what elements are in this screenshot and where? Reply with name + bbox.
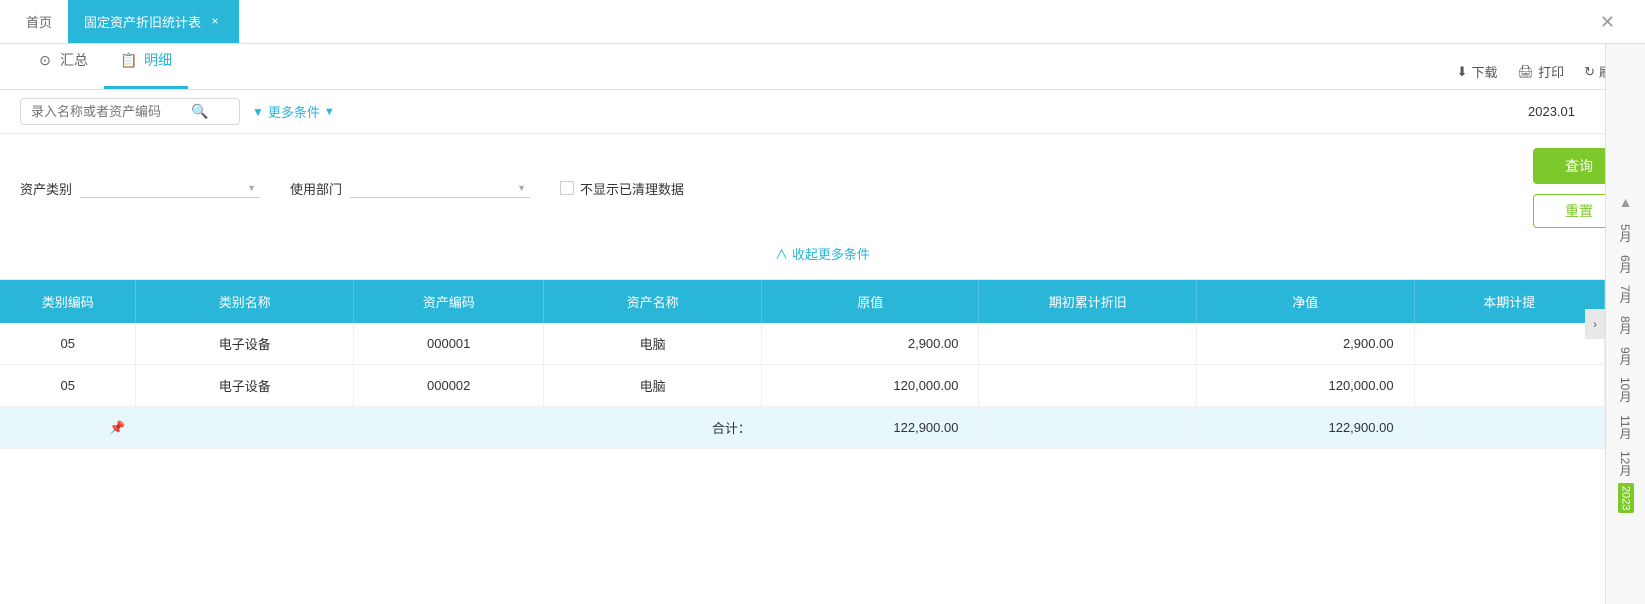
month-12[interactable]: 12月 — [1613, 445, 1638, 482]
col-asset-name: 资产名称 — [544, 280, 762, 323]
data-table-wrapper: 类别编码 类别名称 资产编码 资产名称 原值 期初累计折旧 净值 本期计提 05… — [0, 280, 1645, 604]
data-table: 类别编码 类别名称 资产编码 资产名称 原值 期初累计折旧 净值 本期计提 05… — [0, 280, 1605, 449]
summary-label: 汇总 — [60, 50, 88, 70]
print-button[interactable]: 🖨 打印 — [1518, 62, 1565, 81]
main-content: ⊙ 汇总 📋 明细 ⬇ 下载 🖨 打印 ↻ 刷新 🔍 — [0, 44, 1645, 604]
total-cur-period — [1414, 407, 1604, 449]
search-input[interactable] — [31, 104, 191, 119]
summary-icon: ⊙ — [36, 51, 54, 69]
col-net-value: 净值 — [1197, 280, 1415, 323]
download-label: 下载 — [1472, 62, 1498, 81]
col-original-value: 原值 — [761, 280, 979, 323]
more-conditions-btn[interactable]: ▼ 更多条件 ▼ — [252, 102, 335, 121]
chevron-down-icon: ▼ — [324, 106, 335, 118]
checkbox-icon — [560, 181, 574, 195]
table-header-row: 类别编码 类别名称 资产编码 资产名称 原值 期初累计折旧 净值 本期计提 — [0, 280, 1605, 323]
table-total-row: 📌 合计： 122,900.00 122,900.00 — [0, 407, 1605, 449]
main-tab[interactable]: 固定资产折旧统计表 × — [68, 0, 239, 43]
print-icon: 🖨 — [1518, 64, 1535, 80]
search-icon[interactable]: 🔍 — [191, 103, 208, 120]
hide-cleared-checkbox[interactable]: 不显示已清理数据 — [560, 179, 684, 198]
table-row: 05 电子设备 000002 电脑 120,000.00 120,000.00 — [0, 365, 1605, 407]
total-label-cell: 合计： — [136, 407, 761, 449]
cell-cat-name: 电子设备 — [136, 323, 354, 365]
tab-label: 固定资产折旧统计表 — [84, 12, 201, 31]
detail-label: 明细 — [144, 50, 172, 70]
department-select[interactable] — [350, 178, 530, 198]
sub-tabs-bar: ⊙ 汇总 📋 明细 ⬇ 下载 🖨 打印 ↻ 刷新 — [0, 44, 1645, 90]
total-icon-cell: 📌 — [0, 407, 136, 449]
filter-row-1: 资产类别 使用部门 不显示已清理数据 — [20, 148, 1625, 228]
total-orig-val: 122,900.00 — [761, 407, 979, 449]
asset-type-select-wrapper[interactable] — [80, 178, 260, 198]
col-category-name: 类别名称 — [136, 280, 354, 323]
cell-orig-val: 2,900.00 — [761, 323, 979, 365]
detail-icon: 📋 — [120, 51, 138, 69]
month-8[interactable]: 8月 — [1613, 310, 1638, 341]
department-filter: 使用部门 — [290, 178, 530, 198]
collapse-bar[interactable]: ∧ 收起更多条件 — [20, 238, 1625, 271]
month-6[interactable]: 6月 — [1613, 249, 1638, 280]
search-bar: 🔍 ▼ 更多条件 ▼ › 2023.01 — [0, 90, 1645, 134]
col-asset-code: 资产编码 — [354, 280, 544, 323]
cell-orig-val: 120,000.00 — [761, 365, 979, 407]
cell-asset-name: 电脑 — [544, 365, 762, 407]
month-11[interactable]: 11月 — [1613, 409, 1638, 445]
month-5[interactable]: 5月 — [1613, 218, 1638, 249]
asset-type-filter: 资产类别 — [20, 178, 260, 198]
window-close-btn[interactable]: ✕ — [1600, 0, 1615, 44]
col-accumulated-dep: 期初累计折旧 — [979, 280, 1197, 323]
cell-accum-dep — [979, 365, 1197, 407]
top-nav: 首页 固定资产折旧统计表 × ✕ — [0, 0, 1645, 44]
tab-detail[interactable]: 📋 明细 — [104, 44, 188, 89]
cell-asset-code: 000001 — [354, 323, 544, 365]
cell-cat-code: 05 — [0, 365, 136, 407]
collapse-icon: ∧ — [775, 247, 788, 262]
more-conditions-label: 更多条件 — [268, 102, 320, 121]
cell-cat-name: 电子设备 — [136, 365, 354, 407]
month-sidebar: ▲ 5月 6月 7月 8月 9月 10月 11月 12月 2023 — [1605, 44, 1645, 604]
total-net-val: 122,900.00 — [1197, 407, 1415, 449]
tab-close-icon[interactable]: × — [207, 13, 223, 29]
date-label: 2023.01 — [1528, 104, 1575, 119]
table-row: 05 电子设备 000001 电脑 2,900.00 2,900.00 — [0, 323, 1605, 365]
download-icon: ⬇ — [1457, 64, 1468, 80]
col-category-code: 类别编码 — [0, 280, 136, 323]
download-button[interactable]: ⬇ 下载 — [1457, 62, 1498, 81]
month-7[interactable]: 7月 — [1613, 279, 1638, 310]
month-9[interactable]: 9月 — [1613, 341, 1638, 372]
col-current-period: 本期计提 — [1414, 280, 1604, 323]
cell-cat-code: 05 — [0, 323, 136, 365]
department-label: 使用部门 — [290, 179, 342, 198]
cell-cur-period — [1414, 365, 1604, 407]
cell-accum-dep — [979, 323, 1197, 365]
scroll-up-btn[interactable]: ▲ — [1619, 194, 1633, 210]
total-accum-dep — [979, 407, 1197, 449]
home-nav[interactable]: 首页 — [10, 12, 68, 31]
print-label: 打印 — [1538, 62, 1564, 81]
filter-panel: 资产类别 使用部门 不显示已清理数据 — [0, 134, 1645, 280]
toolbar-right: ⬇ 下载 🖨 打印 ↻ 刷新 — [1457, 62, 1625, 89]
hide-cleared-label: 不显示已清理数据 — [580, 179, 684, 198]
refresh-icon: ↻ — [1584, 64, 1595, 80]
cell-cur-period — [1414, 323, 1604, 365]
tab-summary[interactable]: ⊙ 汇总 — [20, 44, 104, 89]
cell-asset-name: 电脑 — [544, 323, 762, 365]
search-input-wrapper[interactable]: 🔍 — [20, 98, 240, 125]
asset-type-select[interactable] — [80, 178, 260, 198]
year-badge: 2023 — [1618, 483, 1634, 513]
collapse-label: 收起更多条件 — [792, 247, 870, 262]
date-nav-chevron[interactable]: › — [1585, 309, 1605, 339]
asset-type-label: 资产类别 — [20, 179, 72, 198]
filter-icon: ▼ — [252, 105, 264, 119]
department-select-wrapper[interactable] — [350, 178, 530, 198]
month-10[interactable]: 10月 — [1613, 371, 1638, 408]
cell-net-val: 120,000.00 — [1197, 365, 1415, 407]
cell-asset-code: 000002 — [354, 365, 544, 407]
cell-net-val: 2,900.00 — [1197, 323, 1415, 365]
